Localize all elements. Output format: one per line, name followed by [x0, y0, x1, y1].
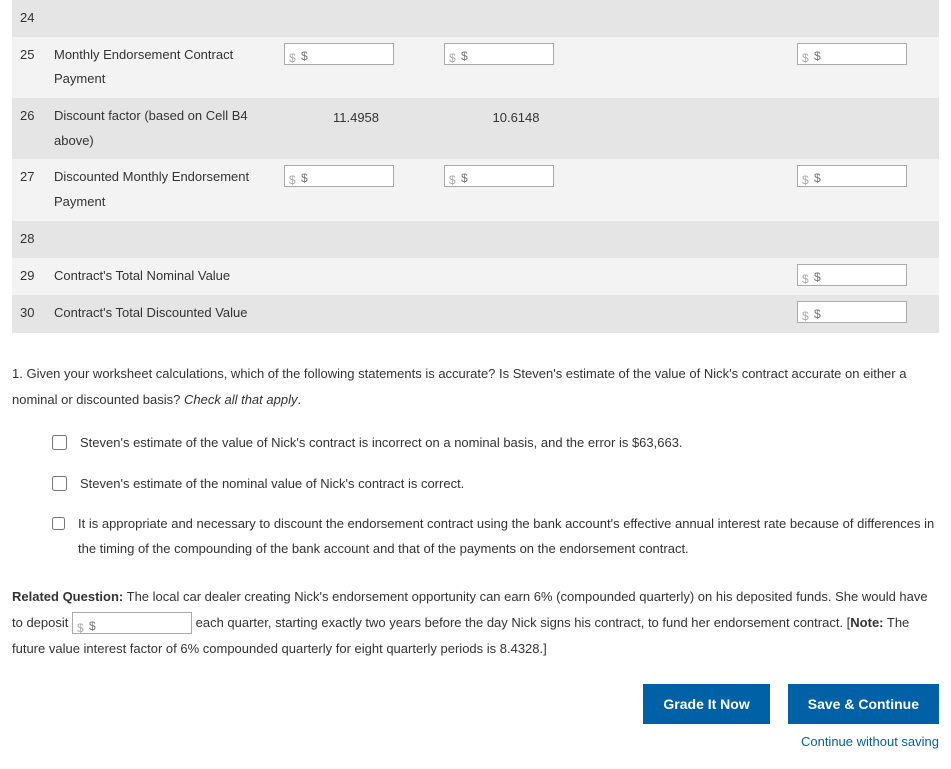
row-number: 29 [12, 258, 46, 296]
option-checkbox[interactable] [52, 476, 67, 491]
answer-option[interactable]: It is appropriate and necessary to disco… [48, 512, 939, 561]
question-lead: 1. Given your worksheet calculations, wh… [12, 366, 906, 407]
row-label: Discount factor (based on Cell B4 above) [46, 98, 276, 159]
money-field[interactable] [798, 168, 906, 188]
grade-button[interactable]: Grade It Now [643, 684, 769, 724]
table-row: 24 [12, 0, 939, 37]
question-text: 1. Given your worksheet calculations, wh… [12, 361, 939, 413]
money-field[interactable] [798, 267, 906, 287]
money-input[interactable]: $ [797, 43, 907, 65]
related-label: Related Question: [12, 589, 123, 604]
money-input[interactable]: $ [72, 612, 192, 634]
row-label: Contract's Total Nominal Value [46, 258, 276, 296]
option-label: Steven's estimate of the value of Nick's… [80, 431, 683, 456]
worksheet-table: 24 25 Monthly Endorsement Contract Payme… [12, 0, 939, 333]
option-label: It is appropriate and necessary to disco… [78, 512, 939, 561]
related-question: Related Question: The local car dealer c… [12, 584, 939, 662]
option-checkbox[interactable] [52, 435, 67, 450]
table-row: 25 Monthly Endorsement Contract Payment … [12, 37, 939, 98]
related-text: each quarter, starting exactly two years… [192, 615, 850, 630]
money-field[interactable] [445, 46, 553, 66]
money-input[interactable]: $ [797, 301, 907, 323]
answer-option[interactable]: Steven's estimate of the nominal value o… [48, 472, 939, 497]
option-label: Steven's estimate of the nominal value o… [80, 472, 464, 497]
money-field[interactable] [798, 46, 906, 66]
cell-value: 10.6148 [493, 104, 540, 131]
table-row: 27 Discounted Monthly Endorsement Paymen… [12, 159, 939, 220]
row-number: 26 [12, 98, 46, 159]
note-label: Note: [850, 615, 883, 630]
row-label: Contract's Total Discounted Value [46, 295, 276, 333]
row-label: Discounted Monthly Endorsement Payment [46, 159, 276, 220]
money-field[interactable] [445, 168, 553, 188]
answer-option[interactable]: Steven's estimate of the value of Nick's… [48, 431, 939, 456]
action-bar: Grade It Now Save & Continue [12, 684, 939, 724]
question-period: . [297, 392, 301, 407]
table-row: 30 Contract's Total Discounted Value $ [12, 295, 939, 333]
money-input[interactable]: $ [797, 165, 907, 187]
money-field[interactable] [285, 46, 393, 66]
row-number: 24 [12, 0, 46, 37]
cell-value: 11.4958 [333, 104, 379, 131]
money-input[interactable]: $ [284, 165, 394, 187]
row-number: 28 [12, 221, 46, 258]
money-input[interactable]: $ [797, 264, 907, 286]
row-number: 25 [12, 37, 46, 98]
table-row: 26 Discount factor (based on Cell B4 abo… [12, 98, 939, 159]
row-number: 30 [12, 295, 46, 333]
money-field[interactable] [73, 616, 191, 636]
continue-without-saving-link[interactable]: Continue without saving [801, 734, 939, 749]
table-row: 29 Contract's Total Nominal Value $ [12, 258, 939, 296]
save-continue-button[interactable]: Save & Continue [788, 684, 939, 724]
money-field[interactable] [798, 304, 906, 324]
question-hint: Check all that apply [184, 392, 297, 407]
money-input[interactable]: $ [444, 43, 554, 65]
row-label: Monthly Endorsement Contract Payment [46, 37, 276, 98]
row-number: 27 [12, 159, 46, 220]
table-row: 28 [12, 221, 939, 258]
money-field[interactable] [285, 168, 393, 188]
money-input[interactable]: $ [284, 43, 394, 65]
option-checkbox[interactable] [52, 516, 65, 531]
answer-options: Steven's estimate of the value of Nick's… [48, 431, 939, 562]
money-input[interactable]: $ [444, 165, 554, 187]
